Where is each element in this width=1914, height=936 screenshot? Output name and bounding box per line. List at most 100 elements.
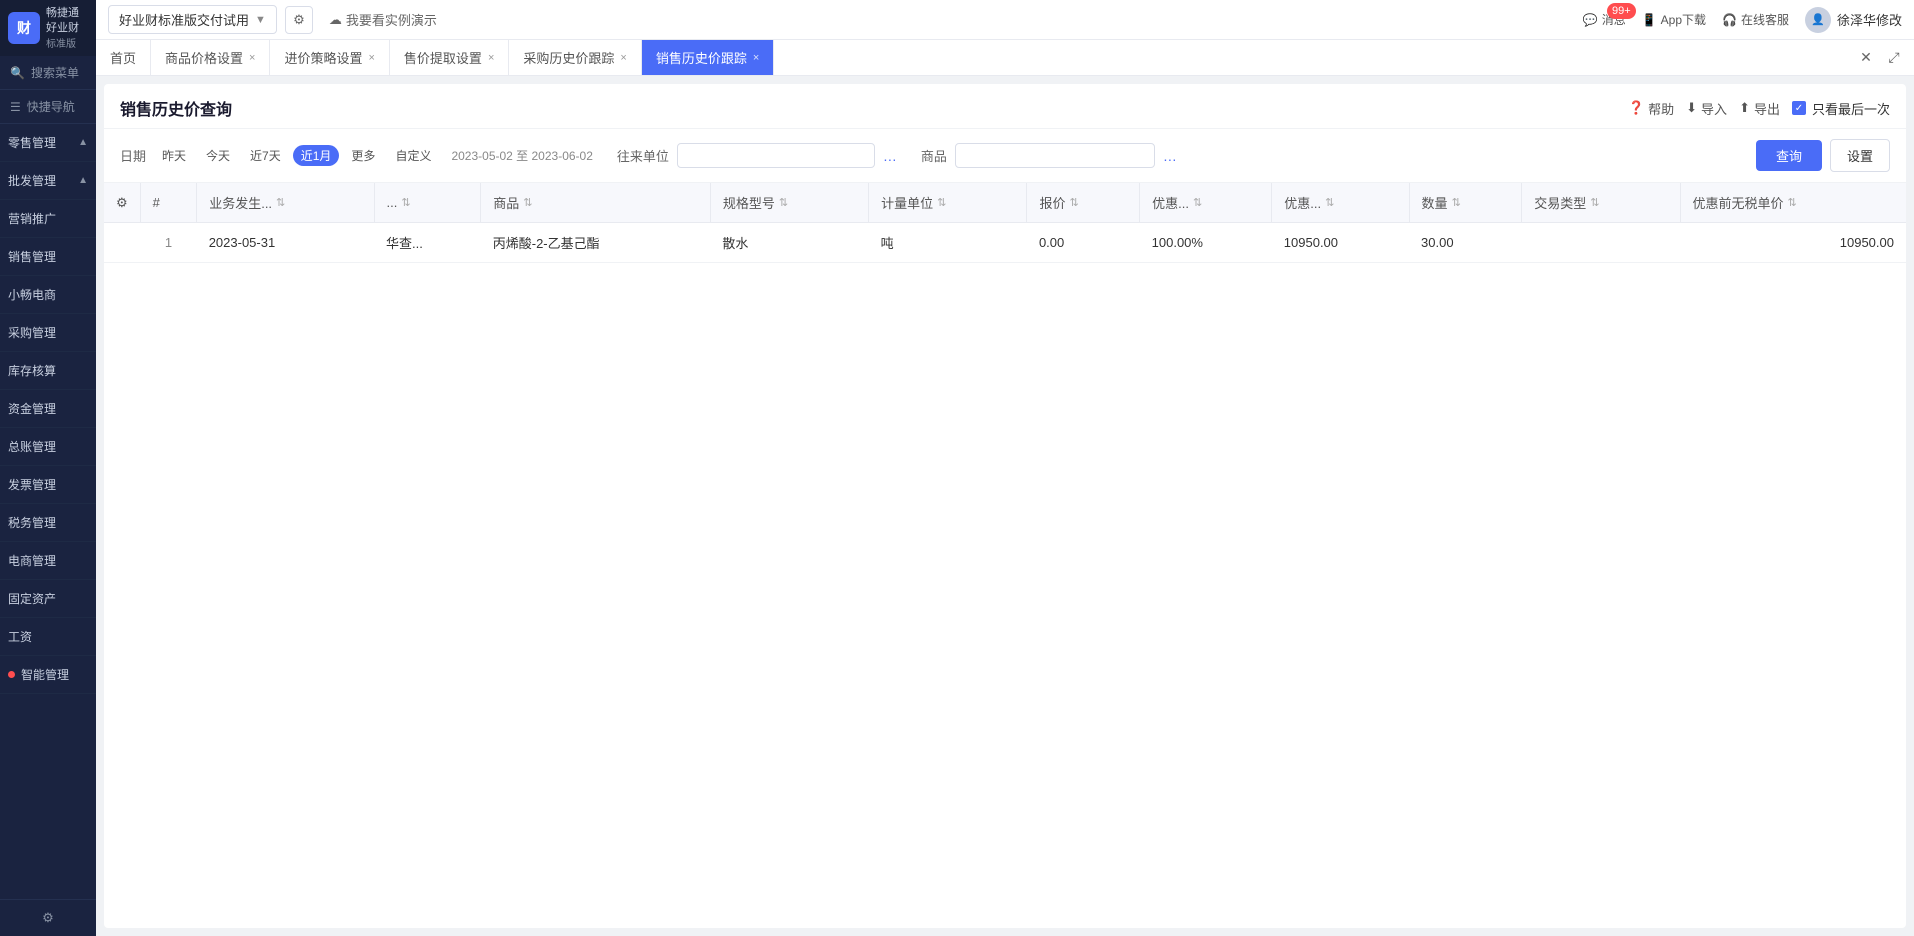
demo-link[interactable]: ☁ 我要看实例演示 [329,10,437,29]
sidebar-item-purchase[interactable]: 采购管理 [0,314,96,352]
col-tx-type[interactable]: 交易类型 ⇅ [1522,183,1680,223]
sidebar-item-inventory[interactable]: 库存核算 [0,352,96,390]
logo-sub: 标准版 [46,35,88,50]
filter-actions: 查询 设置 [1756,139,1890,172]
online-service-btn[interactable]: 🎧 在线客服 [1722,11,1789,28]
online-service-label: 在线客服 [1741,11,1789,28]
sidebar-item-smart[interactable]: 智能管理 [0,656,96,694]
sidebar-quick-nav[interactable]: ☰ 快捷导航 [0,90,96,124]
tab-sales-history[interactable]: 销售历史价跟踪 × [642,40,774,76]
col-price[interactable]: 报价 ⇅ [1027,183,1140,223]
tab-purchase-strategy[interactable]: 进价策略设置 × [270,40,389,76]
product-selector[interactable]: 好业财标准版交付试用 ▼ [108,5,277,34]
sidebar-settings[interactable]: ⚙ [0,899,96,936]
only-last-checkbox[interactable]: ✓ 只看最后一次 [1792,99,1890,118]
col-discount2-label: 优惠... [1284,193,1321,212]
row-discount2: 10950.00 [1272,223,1409,263]
sidebar-item-marketing[interactable]: 营销推广 [0,200,96,238]
tab-label: 售价提取设置 [404,48,482,67]
sidebar-item-assets[interactable]: 固定资产 [0,580,96,618]
tab-product-price[interactable]: 商品价格设置 × [151,40,270,76]
row-discount1: 100.00% [1140,223,1272,263]
tab-close-icon[interactable]: × [620,52,626,64]
query-button[interactable]: 查询 [1756,140,1822,171]
sort-icon: ⇅ [1069,196,1078,209]
col-extra-label: ... [387,195,398,210]
col-product[interactable]: 商品 ⇅ [481,183,711,223]
sidebar-search-label: 搜索菜单 [31,64,79,81]
date-opt-last7[interactable]: 近7天 [242,145,289,166]
tab-close-icon[interactable]: × [368,52,374,64]
sidebar-item-payroll[interactable]: 工资 [0,618,96,656]
tab-sale-price[interactable]: 售价提取设置 × [390,40,509,76]
date-opt-more[interactable]: 更多 [343,145,383,166]
product-dots-btn[interactable]: … [1163,148,1177,164]
sidebar-search[interactable]: 🔍 搜索菜单 [0,56,96,90]
export-btn[interactable]: ⬆ 导出 [1739,99,1780,118]
sidebar-logo: 财 畅捷通好业财 标准版 [0,0,96,56]
col-date[interactable]: 业务发生... ⇅ [197,183,374,223]
tab-close-window-btn[interactable]: ✕ [1854,46,1878,70]
sort-icon: ⇅ [1788,196,1797,209]
tab-close-icon[interactable]: × [753,52,759,64]
import-btn[interactable]: ⬇ 导入 [1686,99,1727,118]
user-menu[interactable]: 👤 徐泽华修改 [1805,7,1902,33]
sidebar-item-ecommerce[interactable]: 电商管理 [0,542,96,580]
col-date-label: 业务发生... [209,193,272,212]
sidebar-item-small-ecommerce[interactable]: 小畅电商 [0,276,96,314]
sidebar-item-label: 小畅电商 [8,286,56,303]
row-gear [104,223,140,263]
tab-purchase-history[interactable]: 采购历史价跟踪 × [509,40,641,76]
tabs-end-buttons: ✕ ⤢ [1846,46,1914,70]
col-extra[interactable]: ... ⇅ [374,183,481,223]
row-spec: 散水 [710,223,868,263]
message-btn[interactable]: 💬 消息 99+ [1583,11,1626,28]
data-table-wrapper: ⚙ # 业务发生... ⇅ ... ⇅ [104,183,1906,928]
product-label: 商品 [921,146,947,165]
sidebar-item-ledger[interactable]: 总账管理 [0,428,96,466]
col-pretax-price[interactable]: 优惠前无税单价 ⇅ [1680,183,1906,223]
col-qty[interactable]: 数量 ⇅ [1409,183,1522,223]
col-discount1[interactable]: 优惠... ⇅ [1140,183,1272,223]
sidebar-item-invoice[interactable]: 发票管理 [0,466,96,504]
sidebar-item-label: 资金管理 [8,400,56,417]
tab-close-icon[interactable]: × [249,52,255,64]
sidebar: 财 畅捷通好业财 标准版 🔍 搜索菜单 ☰ 快捷导航 零售管理 ▲ 批发管理 ▲… [0,0,96,936]
product-input[interactable] [955,143,1155,168]
col-qty-label: 数量 [1422,193,1448,212]
row-pretax-price: 10950.00 [1680,223,1906,263]
sidebar-item-wholesale[interactable]: 批发管理 ▲ [0,162,96,200]
data-table: ⚙ # 业务发生... ⇅ ... ⇅ [104,183,1906,263]
sidebar-item-finance[interactable]: 资金管理 [0,390,96,428]
sidebar-item-tax[interactable]: 税务管理 [0,504,96,542]
sidebar-item-label: 零售管理 [8,134,56,151]
help-btn[interactable]: ❓ 帮助 [1628,99,1674,118]
col-settings[interactable]: ⚙ [104,183,140,223]
settings-button[interactable]: 设置 [1830,139,1890,172]
tab-home[interactable]: 首页 [96,40,151,76]
customer-input[interactable] [677,143,875,168]
sidebar-item-sales[interactable]: 销售管理 [0,238,96,276]
topbar-settings-icon[interactable]: ⚙ [285,6,313,34]
row-product: 丙烯酸-2-乙基己酯 [481,223,711,263]
product-name: 好业财标准版交付试用 [119,10,249,29]
cloud-icon: ☁ [329,12,342,28]
table-row[interactable]: 1 2023-05-31 华查... 丙烯酸-2-乙基己酯 散水 吨 0.00 … [104,223,1906,263]
col-unit[interactable]: 计量单位 ⇅ [869,183,1027,223]
app-download-btn[interactable]: 📱 App下载 [1642,11,1706,28]
export-label: 导出 [1754,99,1780,118]
sidebar-item-retail[interactable]: 零售管理 ▲ [0,124,96,162]
col-product-label: 商品 [493,193,519,212]
date-opt-today[interactable]: 今天 [198,145,238,166]
col-spec[interactable]: 规格型号 ⇅ [710,183,868,223]
filter-bar: 日期 昨天 今天 近7天 近1月 更多 自定义 2023-05-02 至 202… [104,129,1906,183]
date-opt-custom[interactable]: 自定义 [387,145,439,166]
tab-maximize-btn[interactable]: ⤢ [1882,46,1906,70]
date-opt-last1m[interactable]: 近1月 [293,145,340,166]
sidebar-item-label: 智能管理 [21,666,69,683]
col-discount2[interactable]: 优惠... ⇅ [1272,183,1409,223]
customer-dots-btn[interactable]: … [883,148,897,164]
tabs-bar: 首页 商品价格设置 × 进价策略设置 × 售价提取设置 × 采购历史价跟踪 × … [96,40,1914,76]
tab-close-icon[interactable]: × [488,52,494,64]
date-opt-yesterday[interactable]: 昨天 [154,145,194,166]
